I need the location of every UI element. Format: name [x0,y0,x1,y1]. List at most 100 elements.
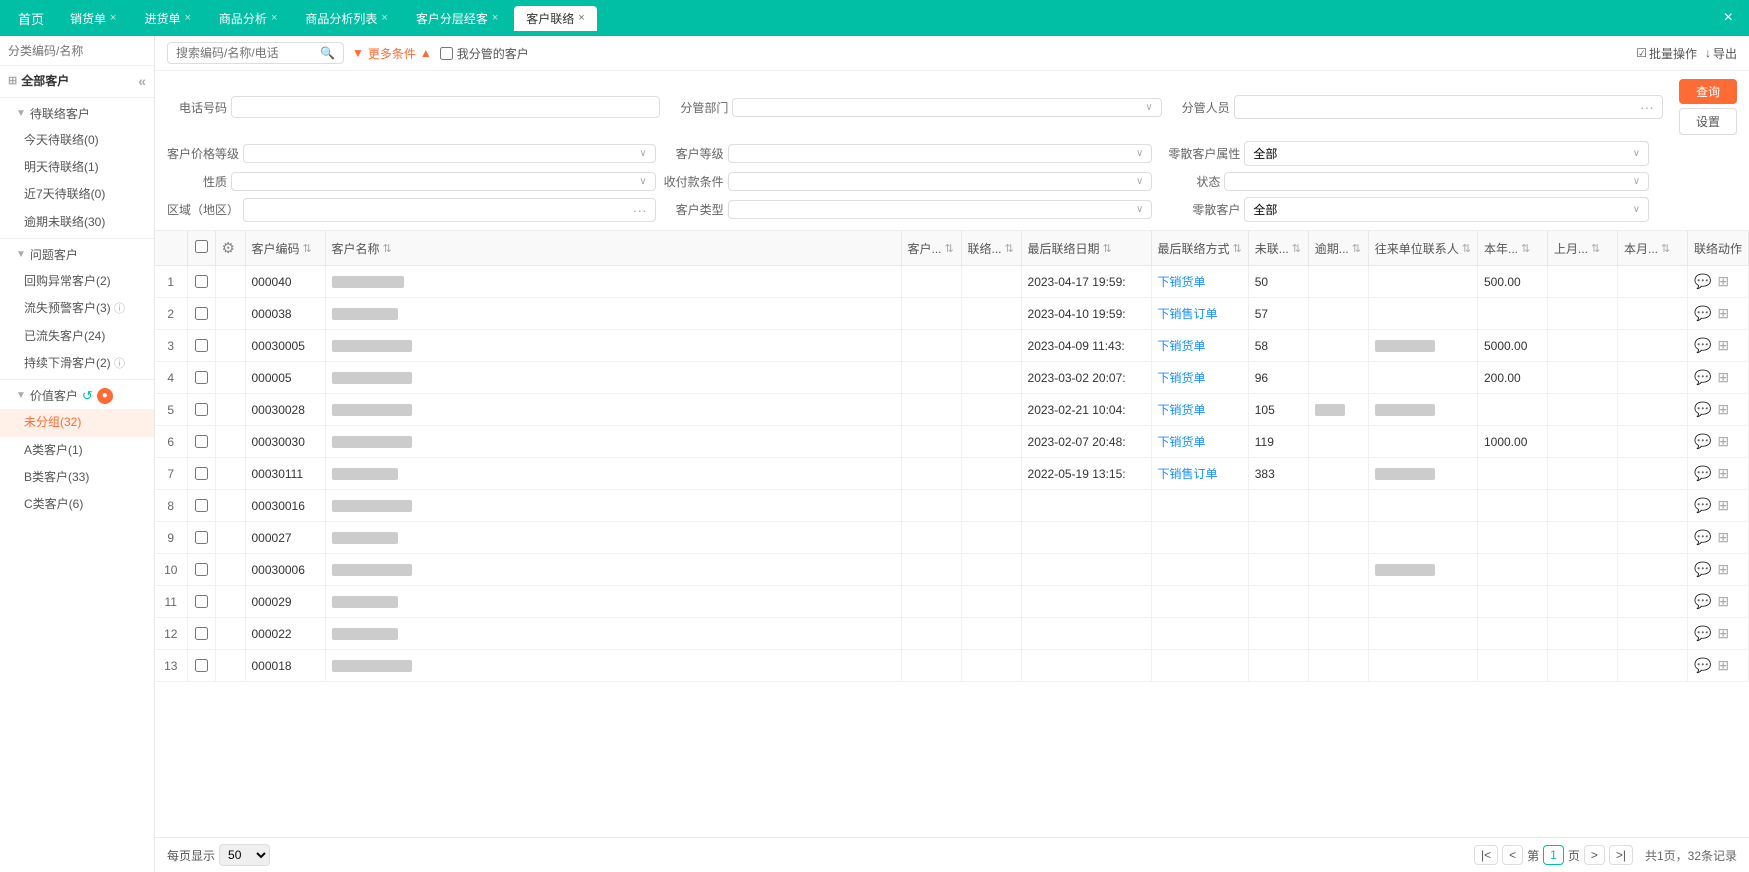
phone-input[interactable] [231,96,660,118]
chat-icon[interactable]: 💬 [1694,369,1711,386]
row-checkbox[interactable] [195,275,208,288]
filter-search-icon[interactable]: 🔍 [320,46,335,60]
close-product-analysis-icon[interactable]: × [271,12,277,24]
chat-icon[interactable]: 💬 [1694,561,1711,578]
sidebar-item-overdue[interactable]: 逾期未联络(30) [0,209,154,236]
chat-icon[interactable]: 💬 [1694,593,1711,610]
sort-icon-type[interactable]: ⇅ [945,242,954,255]
close-purchase-icon[interactable]: × [184,12,190,24]
zero-customer-select[interactable]: 全部 ∨ [1244,197,1649,222]
sidebar-problem-group[interactable]: ▼ 问题客户 [0,241,154,268]
export-button[interactable]: ↓ 导出 [1705,45,1737,62]
person-select[interactable]: ··· [1234,95,1663,119]
grid-icon[interactable]: ⊞ [1717,273,1729,290]
row-checkbox[interactable] [195,563,208,576]
chat-icon[interactable]: 💬 [1694,433,1711,450]
sidebar-item-group-b[interactable]: B类客户(33) [0,464,154,491]
close-customer-segment-icon[interactable]: × [492,12,498,24]
last-method-link[interactable]: 下销货单 [1158,435,1206,449]
grid-icon[interactable]: ⊞ [1717,401,1729,418]
chat-icon[interactable]: 💬 [1694,529,1711,546]
close-all-button[interactable]: × [1716,5,1741,31]
sort-icon-overdue[interactable]: ⇅ [1352,242,1361,255]
zero-attr-select[interactable]: 全部 ∨ [1244,141,1649,166]
sidebar-search-input[interactable] [8,44,155,58]
sort-icon-thisyear[interactable]: ⇅ [1521,242,1530,255]
sidebar-item-group-a[interactable]: A类客户(1) [0,437,154,464]
sidebar-collapse-icon[interactable]: « [138,73,146,89]
last-method-link[interactable]: 下销货单 [1158,339,1206,353]
row-checkbox[interactable] [195,627,208,640]
sort-icon-lastmethod[interactable]: ⇅ [1233,242,1242,255]
filter-search-input[interactable] [176,46,316,60]
prev-page-button[interactable]: < [1502,845,1523,865]
pay-select[interactable]: ∨ [728,172,1153,191]
last-method-link[interactable]: 下销货单 [1158,403,1206,417]
row-checkbox[interactable] [195,531,208,544]
chat-icon[interactable]: 💬 [1694,625,1711,642]
sort-icon-lastmonth[interactable]: ⇅ [1591,242,1600,255]
sort-icon-nocontact[interactable]: ⇅ [1292,242,1301,255]
sort-icon-lastdate[interactable]: ⇅ [1103,242,1112,255]
grid-icon[interactable]: ⊞ [1717,497,1729,514]
chat-icon[interactable]: 💬 [1694,273,1711,290]
row-checkbox[interactable] [195,435,208,448]
sidebar-item-week[interactable]: 近7天待联络(0) [0,181,154,208]
last-method-link[interactable]: 下销货单 [1158,371,1206,385]
reset-button[interactable]: 设置 [1679,108,1737,135]
page-size-select[interactable]: 50 20 100 [219,844,270,866]
sort-icon-contact[interactable]: ⇅ [1005,242,1014,255]
customer-level-select[interactable]: ∨ [728,144,1153,163]
grid-icon[interactable]: ⊞ [1717,625,1729,642]
chat-icon[interactable]: 💬 [1694,305,1711,322]
nav-home[interactable]: 首页 [8,5,54,32]
last-method-link[interactable]: 下销货单 [1158,275,1206,289]
chat-icon[interactable]: 💬 [1694,657,1711,674]
sidebar-item-churn[interactable]: 流失预警客户(3) ⓘ [0,295,154,323]
sidebar-value-group[interactable]: ▼ 价值客户 ↺ ● [0,382,154,409]
tab-customer-contact[interactable]: 客户联络 × [514,6,596,31]
sort-icon-partner[interactable]: ⇅ [1462,242,1471,255]
row-checkbox[interactable] [195,467,208,480]
grid-icon[interactable]: ⊞ [1717,433,1729,450]
row-checkbox[interactable] [195,371,208,384]
row-checkbox[interactable] [195,403,208,416]
sort-icon-name[interactable]: ⇅ [383,242,392,255]
sidebar-item-lost[interactable]: 已流失客户(24) [0,323,154,350]
close-customer-contact-icon[interactable]: × [578,12,584,24]
first-page-button[interactable]: |< [1474,845,1498,865]
chat-icon[interactable]: 💬 [1694,497,1711,514]
nature-select[interactable]: ∨ [231,172,656,191]
grid-icon[interactable]: ⊞ [1717,561,1729,578]
chat-icon[interactable]: 💬 [1694,337,1711,354]
sidebar-item-tomorrow[interactable]: 明天待联络(1) [0,154,154,181]
price-level-select[interactable]: ∨ [243,144,656,163]
customer-type-select[interactable]: ∨ [728,200,1153,219]
my-customers-checkbox[interactable]: 我分管的客户 [440,45,529,62]
refresh-icon[interactable]: ↺ [82,388,93,404]
status-select[interactable]: ∨ [1224,172,1649,191]
sidebar-item-group-c[interactable]: C类客户(6) [0,491,154,518]
chat-icon[interactable]: 💬 [1694,465,1711,482]
sidebar-item-declining[interactable]: 持续下滑客户(2) ⓘ [0,350,154,378]
tab-purchase[interactable]: 进货单 × [132,6,202,31]
region-select[interactable]: ··· [243,198,656,222]
grid-icon[interactable]: ⊞ [1717,529,1729,546]
grid-icon[interactable]: ⊞ [1717,593,1729,610]
close-product-analysis-list-icon[interactable]: × [381,12,387,24]
query-button[interactable]: 查询 [1679,79,1737,104]
row-checkbox[interactable] [195,659,208,672]
tab-product-analysis-list[interactable]: 商品分析列表 × [293,6,399,31]
sidebar-item-today[interactable]: 今天待联络(0) [0,127,154,154]
select-all-checkbox[interactable] [195,240,208,253]
chat-icon[interactable]: 💬 [1694,401,1711,418]
row-checkbox[interactable] [195,339,208,352]
tab-sales[interactable]: 销货单 × [58,6,128,31]
sidebar-all-customers[interactable]: ⊞ 全部客户 « [0,66,154,95]
grid-icon[interactable]: ⊞ [1717,337,1729,354]
sidebar-pending-group[interactable]: ▼ 待联络客户 [0,100,154,127]
close-sales-icon[interactable]: × [110,12,116,24]
grid-icon[interactable]: ⊞ [1717,369,1729,386]
grid-icon[interactable]: ⊞ [1717,305,1729,322]
sidebar-item-no-group[interactable]: 未分组(32) [0,409,154,436]
